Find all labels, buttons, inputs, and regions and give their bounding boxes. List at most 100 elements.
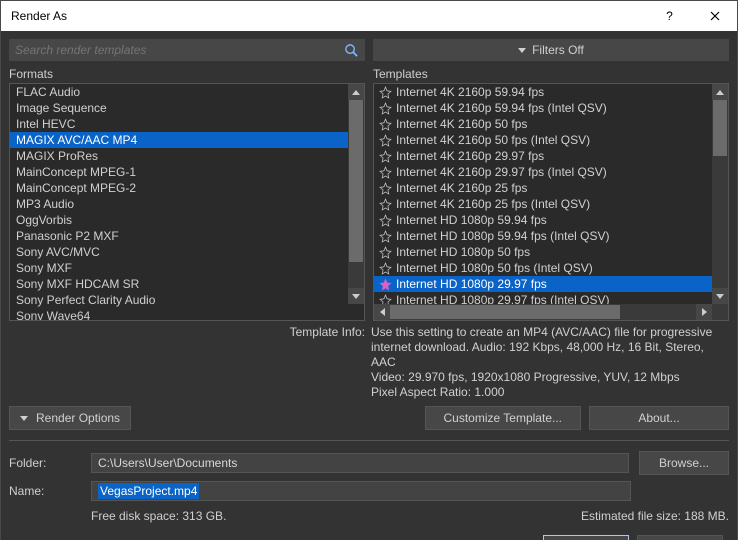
format-item[interactable]: Sony Wave64 [10, 308, 364, 320]
format-item[interactable]: Panasonic P2 MXF [10, 228, 364, 244]
name-field[interactable]: VegasProject.mp4 [91, 481, 631, 501]
star-outline-icon[interactable] [378, 133, 392, 147]
format-item[interactable]: MAGIX ProRes [10, 148, 364, 164]
scroll-thumb[interactable] [349, 100, 363, 262]
help-button[interactable]: ? [647, 1, 692, 31]
template-item[interactable]: Internet HD 1080p 59.94 fps (Intel QSV) [374, 228, 728, 244]
template-item-label: Internet 4K 2160p 59.94 fps (Intel QSV) [396, 101, 607, 115]
template-item-label: Internet HD 1080p 59.94 fps (Intel QSV) [396, 229, 609, 243]
browse-button[interactable]: Browse... [639, 451, 729, 475]
formats-listbox[interactable]: FLAC AudioImage SequenceIntel HEVCMAGIX … [9, 83, 365, 321]
template-item[interactable]: Internet HD 1080p 50 fps (Intel QSV) [374, 260, 728, 276]
name-input[interactable]: VegasProject.mp4 [98, 483, 199, 499]
template-item-label: Internet 4K 2160p 29.97 fps [396, 149, 544, 163]
template-item[interactable]: Internet 4K 2160p 29.97 fps (Intel QSV) [374, 164, 728, 180]
folder-field[interactable] [91, 453, 629, 473]
render-button[interactable]: Render [543, 535, 629, 540]
format-item[interactable]: FLAC Audio [10, 84, 364, 100]
render-options-label: Render Options [36, 411, 120, 425]
folder-input[interactable] [98, 456, 622, 470]
star-outline-icon[interactable] [378, 101, 392, 115]
template-item[interactable]: Internet 4K 2160p 59.94 fps [374, 84, 728, 100]
titlebar: Render As ? [1, 1, 737, 31]
render-as-dialog: Render As ? Filters Off Formats FLAC A [0, 0, 738, 540]
format-item[interactable]: MP3 Audio [10, 196, 364, 212]
format-item[interactable]: Sony Perfect Clarity Audio [10, 292, 364, 308]
star-outline-icon[interactable] [378, 261, 392, 275]
format-item[interactable]: MainConcept MPEG-2 [10, 180, 364, 196]
template-item[interactable]: Internet 4K 2160p 50 fps [374, 116, 728, 132]
estimated-file-size: Estimated file size: 188 MB. [581, 509, 729, 523]
star-outline-icon[interactable] [378, 117, 392, 131]
folder-label: Folder: [9, 456, 81, 470]
template-item-label: Internet 4K 2160p 25 fps [396, 181, 527, 195]
star-outline-icon[interactable] [378, 85, 392, 99]
template-info-line: Pixel Aspect Ratio: 1.000 [371, 385, 729, 400]
format-item[interactable]: Image Sequence [10, 100, 364, 116]
star-outline-icon[interactable] [378, 197, 392, 211]
format-item[interactable]: MAGIX AVC/AAC MP4 [10, 132, 364, 148]
format-item[interactable]: MainConcept MPEG-1 [10, 164, 364, 180]
format-item[interactable]: Sony MXF HDCAM SR [10, 276, 364, 292]
templates-scrollbar[interactable] [712, 84, 728, 304]
close-icon [710, 11, 720, 21]
template-item-label: Internet 4K 2160p 29.97 fps (Intel QSV) [396, 165, 607, 179]
templates-listbox[interactable]: Internet 4K 2160p 59.94 fpsInternet 4K 2… [373, 83, 729, 321]
template-item-label: Internet 4K 2160p 50 fps [396, 117, 527, 131]
star-outline-icon[interactable] [378, 213, 392, 227]
format-item[interactable]: Sony MXF [10, 260, 364, 276]
render-options-button[interactable]: Render Options [9, 406, 131, 430]
template-item-label: Internet HD 1080p 59.94 fps [396, 213, 547, 227]
filters-toggle[interactable]: Filters Off [373, 39, 729, 61]
customize-template-button[interactable]: Customize Template... [425, 406, 582, 430]
star-outline-icon[interactable] [378, 165, 392, 179]
templates-header: Templates [373, 67, 729, 81]
template-item[interactable]: Internet 4K 2160p 29.97 fps [374, 148, 728, 164]
scroll-down-button[interactable] [348, 288, 364, 304]
formats-header: Formats [9, 67, 365, 81]
star-outline-icon[interactable] [378, 149, 392, 163]
template-item[interactable]: Internet 4K 2160p 25 fps [374, 180, 728, 196]
format-item[interactable]: Intel HEVC [10, 116, 364, 132]
close-button[interactable] [692, 1, 737, 31]
templates-hscrollbar[interactable] [374, 304, 712, 320]
scroll-down-button[interactable] [712, 288, 728, 304]
star-filled-icon[interactable] [378, 277, 392, 291]
format-item[interactable]: OggVorbis [10, 212, 364, 228]
template-item-label: Internet HD 1080p 50 fps (Intel QSV) [396, 261, 593, 275]
template-item-label: Internet 4K 2160p 25 fps (Intel QSV) [396, 197, 590, 211]
star-outline-icon[interactable] [378, 229, 392, 243]
scroll-thumb[interactable] [390, 305, 620, 319]
scroll-up-button[interactable] [348, 84, 364, 100]
templates-pane: Templates Internet 4K 2160p 59.94 fpsInt… [373, 67, 729, 321]
about-button[interactable]: About... [589, 406, 729, 430]
template-item-label: Internet HD 1080p 50 fps [396, 245, 530, 259]
template-item[interactable]: Internet HD 1080p 29.97 fps [374, 276, 728, 292]
scroll-right-button[interactable] [696, 304, 712, 320]
scroll-left-button[interactable] [374, 304, 390, 320]
name-label: Name: [9, 484, 81, 498]
formats-pane: Formats FLAC AudioImage SequenceIntel HE… [9, 67, 365, 321]
scroll-thumb[interactable] [713, 100, 727, 156]
template-item[interactable]: Internet HD 1080p 59.94 fps [374, 212, 728, 228]
chevron-down-icon [518, 48, 526, 53]
search-field[interactable] [9, 39, 365, 61]
scroll-up-button[interactable] [712, 84, 728, 100]
template-info-label: Template Info: [9, 325, 371, 400]
template-item[interactable]: Internet 4K 2160p 59.94 fps (Intel QSV) [374, 100, 728, 116]
search-icon[interactable] [343, 42, 359, 58]
filters-label: Filters Off [532, 43, 584, 57]
template-info-text: Use this setting to create an MP4 (AVC/A… [371, 325, 729, 400]
format-item[interactable]: Sony AVC/MVC [10, 244, 364, 260]
star-outline-icon[interactable] [378, 181, 392, 195]
template-item[interactable]: Internet 4K 2160p 25 fps (Intel QSV) [374, 196, 728, 212]
template-info: Template Info: Use this setting to creat… [9, 325, 729, 400]
template-item[interactable]: Internet HD 1080p 50 fps [374, 244, 728, 260]
formats-scrollbar[interactable] [348, 84, 364, 304]
template-item[interactable]: Internet 4K 2160p 50 fps (Intel QSV) [374, 132, 728, 148]
template-item-label: Internet 4K 2160p 50 fps (Intel QSV) [396, 133, 590, 147]
window-title: Render As [11, 9, 647, 23]
star-outline-icon[interactable] [378, 245, 392, 259]
search-input[interactable] [15, 43, 343, 57]
cancel-button[interactable]: Cancel [637, 535, 723, 540]
